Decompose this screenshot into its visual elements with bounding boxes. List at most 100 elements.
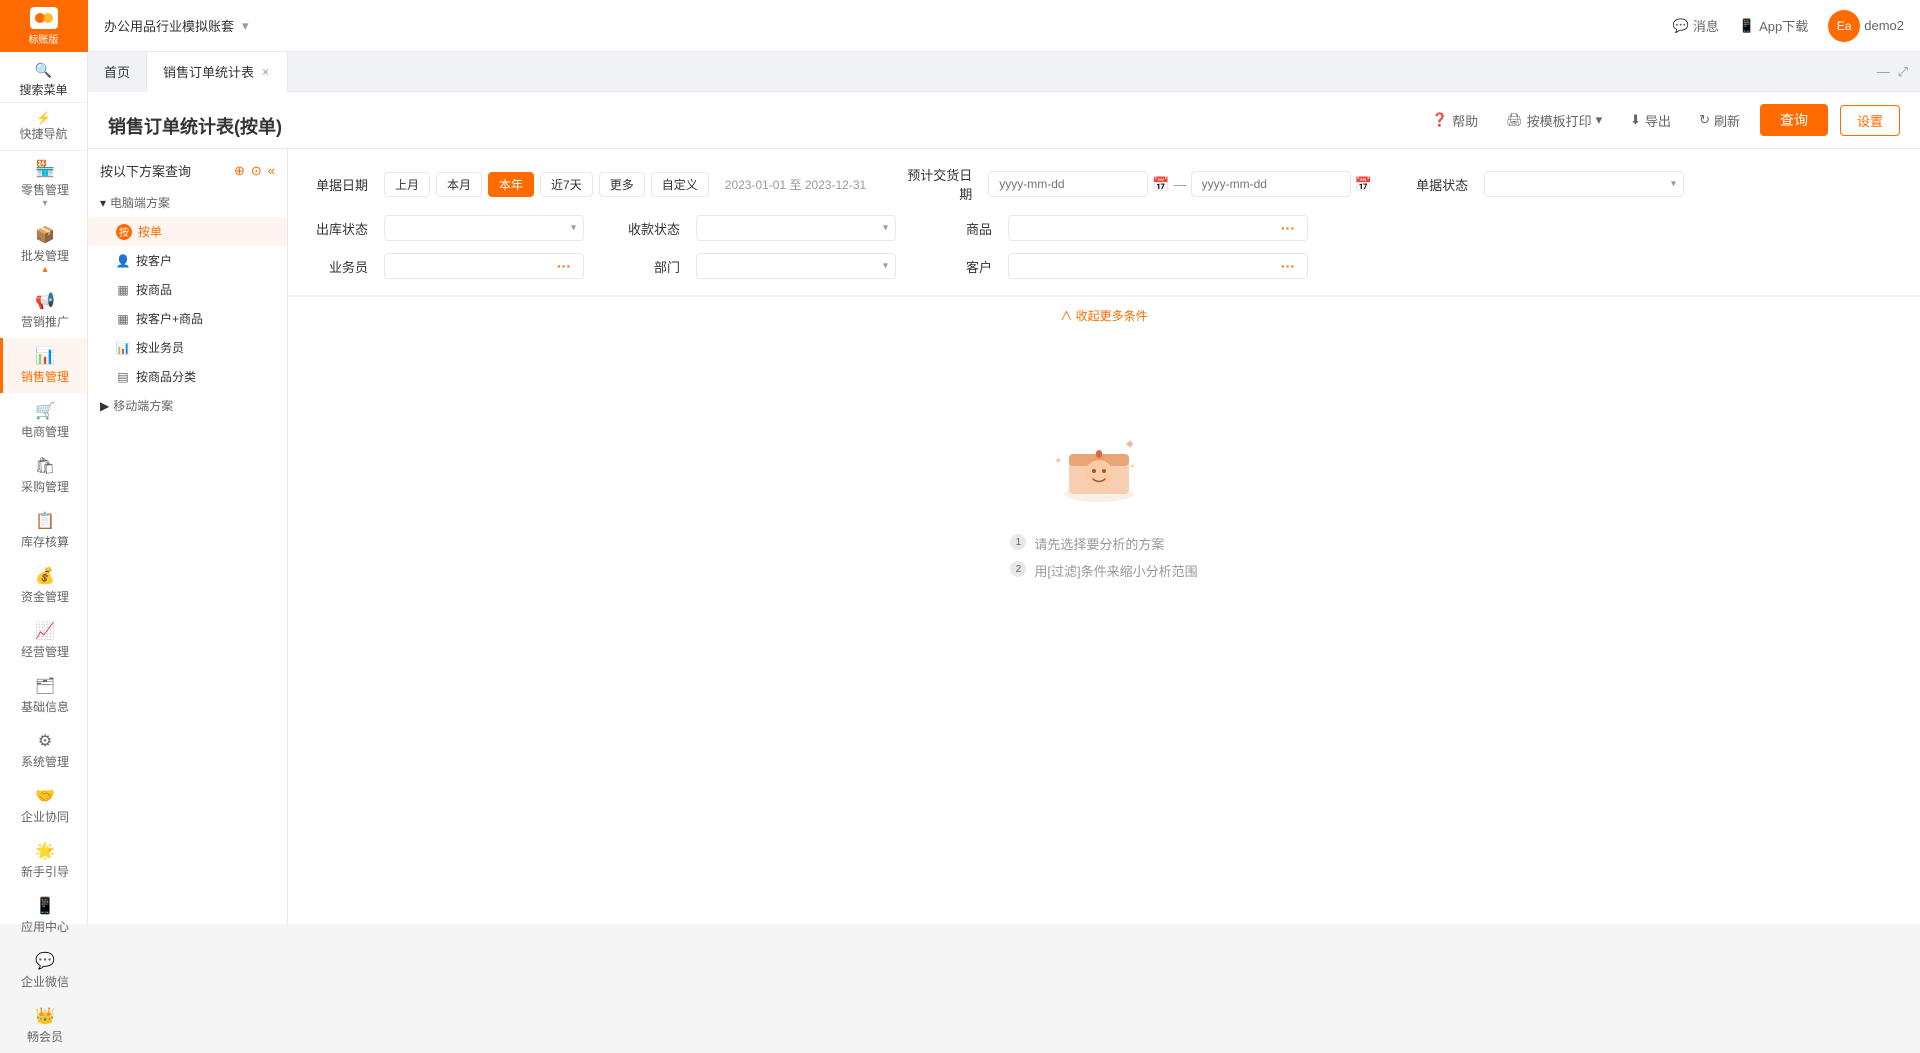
- app-download-icon: 📱: [1739, 18, 1755, 34]
- scheme-item-by-goods[interactable]: ▦ 按商品: [88, 275, 287, 304]
- operations-label: 经营管理: [21, 643, 69, 660]
- app-download-button[interactable]: 📱 App下载: [1739, 16, 1808, 35]
- payment-status-select[interactable]: [696, 215, 896, 241]
- by-customer-icon: 👤: [116, 254, 130, 268]
- department-select[interactable]: [696, 253, 896, 279]
- avatar: Ea: [1828, 10, 1860, 42]
- salesman-label: 业务员: [308, 257, 368, 276]
- sidebar-item-newbie[interactable]: 🌟 新手引导: [0, 833, 87, 888]
- sidebar-item-basic[interactable]: 🗂 基础信息: [0, 668, 87, 723]
- topbar-right: 💬 消息 📱 App下载 Ea demo2: [1673, 10, 1904, 42]
- sidebar-item-member[interactable]: 👑 畅会员: [0, 998, 87, 1053]
- date-btn-last-month[interactable]: 上月: [384, 172, 430, 197]
- scheme-item-by-order[interactable]: 按 按单: [88, 217, 287, 246]
- basic-icon: 🗂: [35, 676, 55, 696]
- settings-button[interactable]: 设置: [1840, 105, 1900, 136]
- message-label: 消息: [1693, 16, 1719, 35]
- sidebar-item-marketing[interactable]: 📢 营销推广: [0, 283, 87, 338]
- date-btn-7days[interactable]: 近7天: [540, 172, 593, 197]
- scheme-item-by-salesman[interactable]: 📊 按业务员: [88, 333, 287, 362]
- wholesale-expand-icon: ▴: [42, 264, 47, 275]
- date-btn-this-month[interactable]: 本月: [436, 172, 482, 197]
- tab-sales-stats[interactable]: 销售订单统计表 ×: [147, 52, 288, 92]
- payment-status-select-wrap: [696, 215, 896, 241]
- topbar-title: 办公用品行业模拟账套: [104, 16, 234, 35]
- page-title: 销售订单统计表(按单): [108, 113, 282, 139]
- finance-label: 资金管理: [21, 588, 69, 605]
- wechat-label: 企业微信: [21, 973, 69, 990]
- sidebar-item-enterprise[interactable]: 🤝 企业协同: [0, 778, 87, 833]
- purchase-label: 采购管理: [21, 478, 69, 495]
- start-calendar-icon[interactable]: 📅: [1152, 176, 1169, 193]
- scheme-collapse-button[interactable]: «: [268, 163, 275, 179]
- date-btn-more[interactable]: 更多: [599, 172, 645, 197]
- department-label: 部门: [620, 257, 680, 276]
- tip-1-text: 请先选择要分析的方案: [1034, 534, 1164, 553]
- sidebar-item-system[interactable]: ⚙ 系统管理: [0, 723, 87, 778]
- filter-area: 单据日期 上月 本月 本年 近7天 更多 自定义 2023-01-01 至 20…: [288, 149, 1920, 296]
- query-button[interactable]: 查询: [1760, 104, 1828, 136]
- message-button[interactable]: 💬 消息: [1673, 16, 1719, 35]
- sidebar-item-apps[interactable]: 📱 应用中心: [0, 888, 87, 943]
- expected-date-start-input[interactable]: [988, 171, 1148, 197]
- date-btn-this-year[interactable]: 本年: [488, 172, 534, 197]
- tab-home-label: 首页: [104, 62, 130, 81]
- scheme-add-button[interactable]: ⊕: [234, 163, 245, 179]
- main-area: 办公用品行业模拟账套 ▾ 💬 消息 📱 App下载 Ea demo2 首页: [88, 0, 1920, 924]
- sidebar-item-retail[interactable]: 🏪 零售管理 ▾: [0, 151, 87, 217]
- apps-label: 应用中心: [21, 918, 69, 935]
- refresh-button[interactable]: ↻ 刷新: [1691, 107, 1748, 134]
- salesman-dots[interactable]: ···: [553, 258, 575, 274]
- scheme-section-mobile-title[interactable]: ▶ 移动端方案: [88, 391, 287, 420]
- scheme-section-desktop-title[interactable]: ▾ 电脑端方案: [88, 188, 287, 217]
- scheme-item-by-customer-goods[interactable]: ▦ 按客户+商品: [88, 304, 287, 333]
- sidebar-item-purchase[interactable]: 🛍 采购管理: [0, 448, 87, 503]
- tab-home[interactable]: 首页: [88, 52, 147, 92]
- tab-close-icon[interactable]: ×: [260, 63, 271, 81]
- end-calendar-icon[interactable]: 📅: [1355, 176, 1372, 193]
- sidebar-item-inventory[interactable]: 📋 库存核算: [0, 503, 87, 558]
- enterprise-icon: 🤝: [35, 786, 55, 806]
- enterprise-label: 企业协同: [21, 808, 69, 825]
- scheme-settings-button[interactable]: ⊙: [251, 163, 262, 179]
- help-button[interactable]: ❓ 帮助: [1424, 107, 1486, 134]
- status-select-wrap: [1484, 171, 1684, 197]
- sidebar-item-ecommerce[interactable]: 🛒 电商管理: [0, 393, 87, 448]
- page-actions: ❓ 帮助 🖨 按模板打印 ▾ ⬇ 导出 ↻ 刷新 查询 设置: [1424, 104, 1900, 148]
- topbar-dropdown-icon[interactable]: ▾: [242, 18, 249, 34]
- print-button[interactable]: 🖨 按模板打印 ▾: [1498, 107, 1610, 134]
- tab-fullscreen-icon[interactable]: ⤢: [1898, 64, 1908, 80]
- sidebar-item-operations[interactable]: 📈 经营管理: [0, 613, 87, 668]
- basic-label: 基础信息: [21, 698, 69, 715]
- scheme-item-by-customer[interactable]: 👤 按客户: [88, 246, 287, 275]
- goods-dots[interactable]: ···: [1277, 220, 1299, 236]
- expected-date-end-input[interactable]: [1191, 171, 1351, 197]
- sidebar-item-search[interactable]: 🔍 搜索菜单: [0, 52, 87, 103]
- member-label: 畅会员: [27, 1028, 63, 1045]
- sidebar-item-sales[interactable]: 📊 销售管理: [0, 338, 87, 393]
- scheme-item-by-category[interactable]: ▤ 按商品分类: [88, 362, 287, 391]
- help-label: 帮助: [1452, 111, 1478, 130]
- ship-status-select[interactable]: [384, 215, 584, 241]
- empty-tip-1: 1 请先选择要分析的方案: [1010, 534, 1197, 553]
- refresh-label: 刷新: [1714, 111, 1740, 130]
- export-button[interactable]: ⬇ 导出: [1622, 107, 1679, 134]
- marketing-icon: 📢: [35, 291, 55, 311]
- ship-status-select-wrap: [384, 215, 584, 241]
- status-select[interactable]: [1484, 171, 1684, 197]
- sidebar-item-finance[interactable]: 💰 资金管理: [0, 558, 87, 613]
- newbie-label: 新手引导: [21, 863, 69, 880]
- customer-dots[interactable]: ···: [1277, 258, 1299, 274]
- sidebar-item-wholesale[interactable]: 📦 批发管理 ▴: [0, 217, 87, 283]
- date-btn-custom[interactable]: 自定义: [651, 172, 709, 197]
- user-profile[interactable]: Ea demo2: [1828, 10, 1904, 42]
- tip-num-2: 2: [1010, 561, 1026, 577]
- purchase-icon: 🛍: [35, 456, 55, 476]
- app-download-label: App下载: [1759, 16, 1808, 35]
- collapse-bar[interactable]: ∧ 收起更多条件: [288, 296, 1920, 334]
- sidebar-item-quick-nav[interactable]: ⚡ 快捷导航: [0, 103, 87, 151]
- collapse-up-icon: ∧: [1060, 309, 1075, 323]
- tab-minimize-icon[interactable]: —: [1877, 64, 1890, 80]
- sidebar-item-wechat[interactable]: 💬 企业微信: [0, 943, 87, 998]
- mobile-section-expand-icon: ▶: [100, 399, 109, 413]
